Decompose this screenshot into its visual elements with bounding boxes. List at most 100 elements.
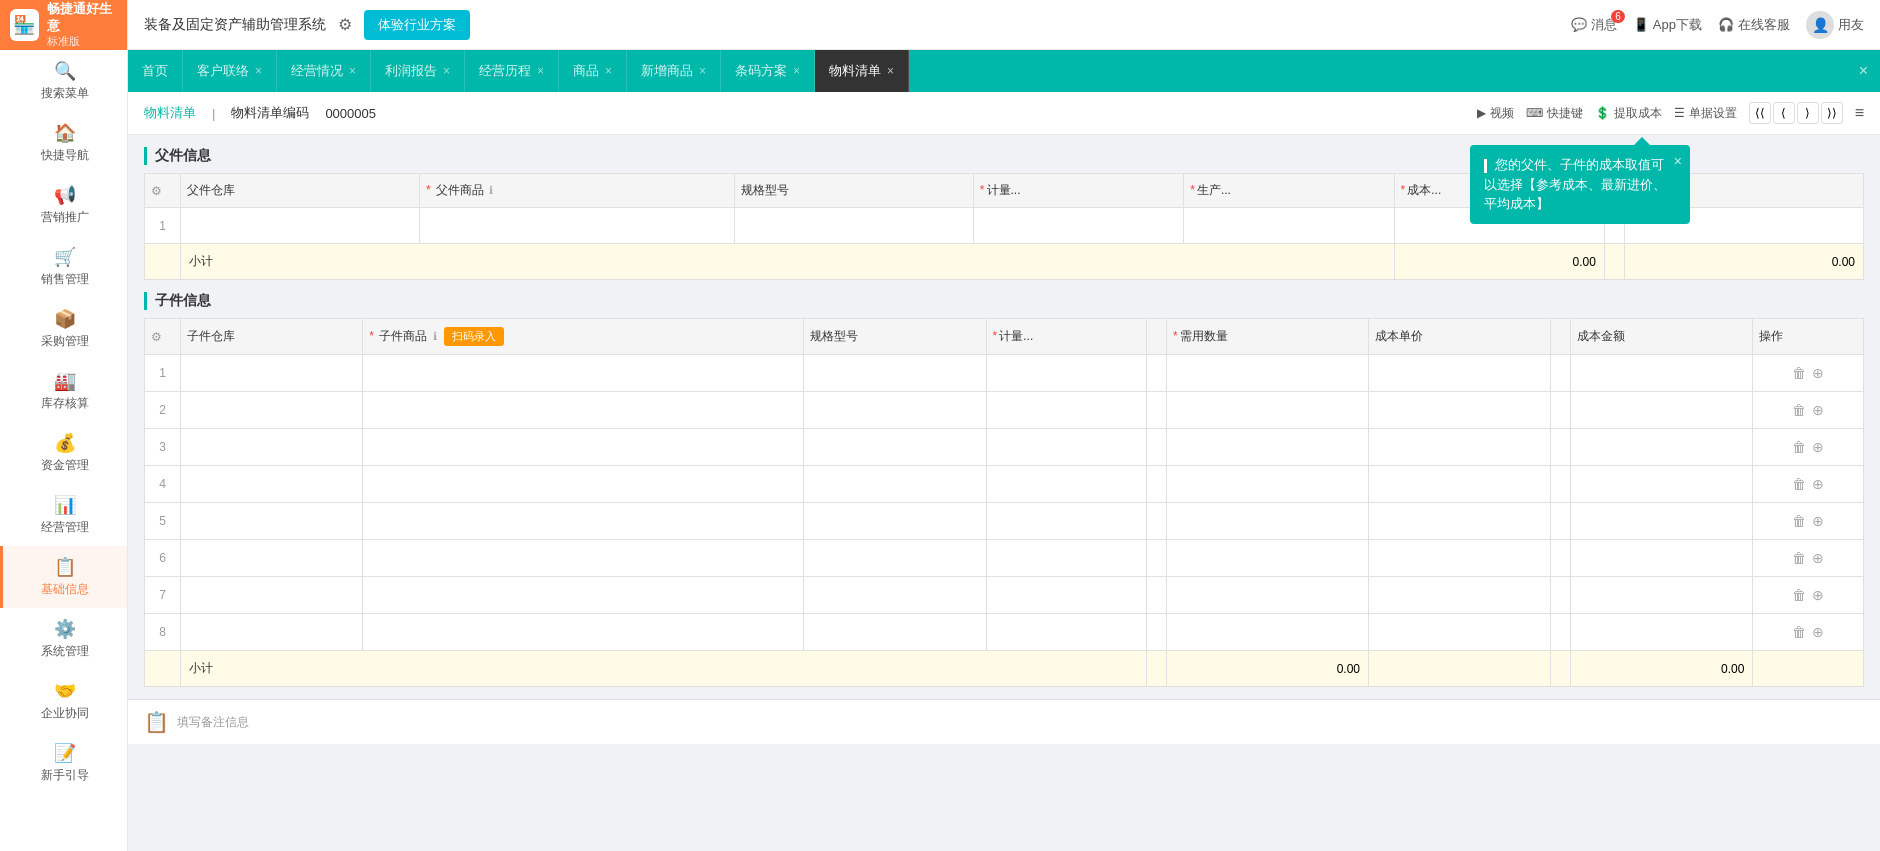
child-cell-spec[interactable]: [804, 614, 986, 651]
delete-icon[interactable]: 🗑: [1792, 476, 1806, 492]
child-cell-qty[interactable]: [1166, 429, 1368, 466]
scan-btn[interactable]: 扫码录入: [444, 327, 504, 346]
child-th-settings[interactable]: ⚙: [145, 319, 181, 355]
child-cell-qty[interactable]: [1166, 614, 1368, 651]
tab-history[interactable]: 经营历程 ×: [465, 50, 559, 92]
child-cell-measure[interactable]: [986, 540, 1146, 577]
tab-operations[interactable]: 经营情况 ×: [277, 50, 371, 92]
trial-btn[interactable]: 体验行业方案: [364, 10, 470, 40]
copy-icon[interactable]: ⊕: [1812, 476, 1824, 492]
single-settings-btn[interactable]: ☰ 单据设置: [1674, 105, 1737, 122]
child-cell-qty[interactable]: [1166, 577, 1368, 614]
tab-history-close[interactable]: ×: [537, 64, 544, 78]
sidebar-item-search[interactable]: 🔍 搜索菜单: [0, 50, 127, 112]
child-cell-spec[interactable]: [804, 503, 986, 540]
delete-icon[interactable]: 🗑: [1792, 365, 1806, 381]
delete-icon[interactable]: 🗑: [1792, 402, 1806, 418]
sidebar-item-collab[interactable]: 🤝 企业协同: [0, 670, 127, 732]
child-cell-goods[interactable]: [363, 466, 804, 503]
tab-bom-close[interactable]: ×: [887, 64, 894, 78]
child-cell-cost-amount[interactable]: [1571, 429, 1753, 466]
child-cell-warehouse[interactable]: [181, 503, 363, 540]
delete-icon[interactable]: 🗑: [1792, 550, 1806, 566]
child-cell-goods[interactable]: [363, 392, 804, 429]
nav-last-btn[interactable]: ⟩⟩: [1821, 102, 1843, 124]
tab-operations-close[interactable]: ×: [349, 64, 356, 78]
child-cell-cost-amount[interactable]: [1571, 577, 1753, 614]
note-icon[interactable]: 📋: [144, 710, 169, 734]
view-btn[interactable]: ▶ 视频: [1477, 105, 1514, 122]
sidebar-item-marketing[interactable]: 📢 营销推广: [0, 174, 127, 236]
child-cell-cost-amount[interactable]: [1571, 614, 1753, 651]
tab-barcode-close[interactable]: ×: [793, 64, 800, 78]
sidebar-item-system[interactable]: ⚙️ 系统管理: [0, 608, 127, 670]
child-cell-warehouse[interactable]: [181, 429, 363, 466]
delete-icon[interactable]: 🗑: [1792, 513, 1806, 529]
breadcrumb-page[interactable]: 物料清单: [144, 104, 196, 122]
child-cell-unit-cost[interactable]: [1369, 503, 1551, 540]
extract-cost-btn[interactable]: 💲 提取成本: [1595, 105, 1662, 122]
child-cell-qty[interactable]: [1166, 503, 1368, 540]
delete-icon[interactable]: 🗑: [1792, 587, 1806, 603]
child-cell-cost-amount[interactable]: [1571, 355, 1753, 392]
child-cell-warehouse[interactable]: [181, 540, 363, 577]
online-service-btn[interactable]: 🎧 在线客服: [1718, 16, 1790, 34]
child-cell-unit-cost[interactable]: [1369, 392, 1551, 429]
list-view-btn[interactable]: ≡: [1855, 104, 1864, 122]
tab-new-goods[interactable]: 新增商品 ×: [627, 50, 721, 92]
copy-icon[interactable]: ⊕: [1812, 402, 1824, 418]
child-cell-measure[interactable]: [986, 614, 1146, 651]
tab-customers[interactable]: 客户联络 ×: [183, 50, 277, 92]
sidebar-item-finance[interactable]: 💰 资金管理: [0, 422, 127, 484]
settings-icon[interactable]: ⚙: [338, 15, 352, 34]
copy-icon[interactable]: ⊕: [1812, 439, 1824, 455]
child-cell-warehouse[interactable]: [181, 466, 363, 503]
nav-prev-btn[interactable]: ⟨: [1773, 102, 1795, 124]
child-cell-warehouse[interactable]: [181, 577, 363, 614]
child-cell-unit-cost[interactable]: [1369, 355, 1551, 392]
sidebar-item-inventory[interactable]: 🏭 库存核算: [0, 360, 127, 422]
child-cell-warehouse[interactable]: [181, 392, 363, 429]
sidebar-item-operations[interactable]: 📊 经营管理: [0, 484, 127, 546]
child-cell-goods[interactable]: [363, 577, 804, 614]
child-cell-spec[interactable]: [804, 355, 986, 392]
shortcut-btn[interactable]: ⌨ 快捷键: [1526, 105, 1583, 122]
tab-home[interactable]: 首页: [128, 50, 183, 92]
tab-bom[interactable]: 物料清单 ×: [815, 50, 909, 92]
parent-cell-measure[interactable]: [973, 208, 1183, 244]
child-cell-measure[interactable]: [986, 577, 1146, 614]
child-cell-warehouse[interactable]: [181, 355, 363, 392]
child-cell-cost-amount[interactable]: [1571, 503, 1753, 540]
child-cell-unit-cost[interactable]: [1369, 466, 1551, 503]
child-cell-qty[interactable]: [1166, 392, 1368, 429]
child-cell-goods[interactable]: [363, 429, 804, 466]
child-cell-qty[interactable]: [1166, 355, 1368, 392]
tab-barcode[interactable]: 条码方案 ×: [721, 50, 815, 92]
child-cell-cost-amount[interactable]: [1571, 540, 1753, 577]
sidebar-item-purchase[interactable]: 📦 采购管理: [0, 298, 127, 360]
child-cell-goods[interactable]: [363, 540, 804, 577]
child-cell-goods[interactable]: [363, 614, 804, 651]
child-cell-measure[interactable]: [986, 429, 1146, 466]
messages-btn[interactable]: 💬 消息 6: [1571, 16, 1617, 34]
child-cell-unit-cost[interactable]: [1369, 429, 1551, 466]
delete-icon[interactable]: 🗑: [1792, 439, 1806, 455]
tab-profit[interactable]: 利润报告 ×: [371, 50, 465, 92]
child-cell-spec[interactable]: [804, 429, 986, 466]
child-cell-measure[interactable]: [986, 466, 1146, 503]
parent-cell-production[interactable]: [1184, 208, 1394, 244]
sidebar-item-sales[interactable]: 🛒 销售管理: [0, 236, 127, 298]
tab-new-goods-close[interactable]: ×: [699, 64, 706, 78]
copy-icon[interactable]: ⊕: [1812, 550, 1824, 566]
child-cell-goods[interactable]: [363, 355, 804, 392]
tab-goods-close[interactable]: ×: [605, 64, 612, 78]
user-menu[interactable]: 👤 用友: [1806, 11, 1864, 39]
parent-th-settings[interactable]: ⚙: [145, 174, 181, 208]
child-cell-measure[interactable]: [986, 355, 1146, 392]
child-cell-unit-cost[interactable]: [1369, 540, 1551, 577]
nav-first-btn[interactable]: ⟨⟨: [1749, 102, 1771, 124]
parent-cell-goods[interactable]: [420, 208, 735, 244]
sidebar-item-guide[interactable]: 📝 新手引导: [0, 732, 127, 794]
nav-next-btn[interactable]: ⟩: [1797, 102, 1819, 124]
copy-icon[interactable]: ⊕: [1812, 365, 1824, 381]
